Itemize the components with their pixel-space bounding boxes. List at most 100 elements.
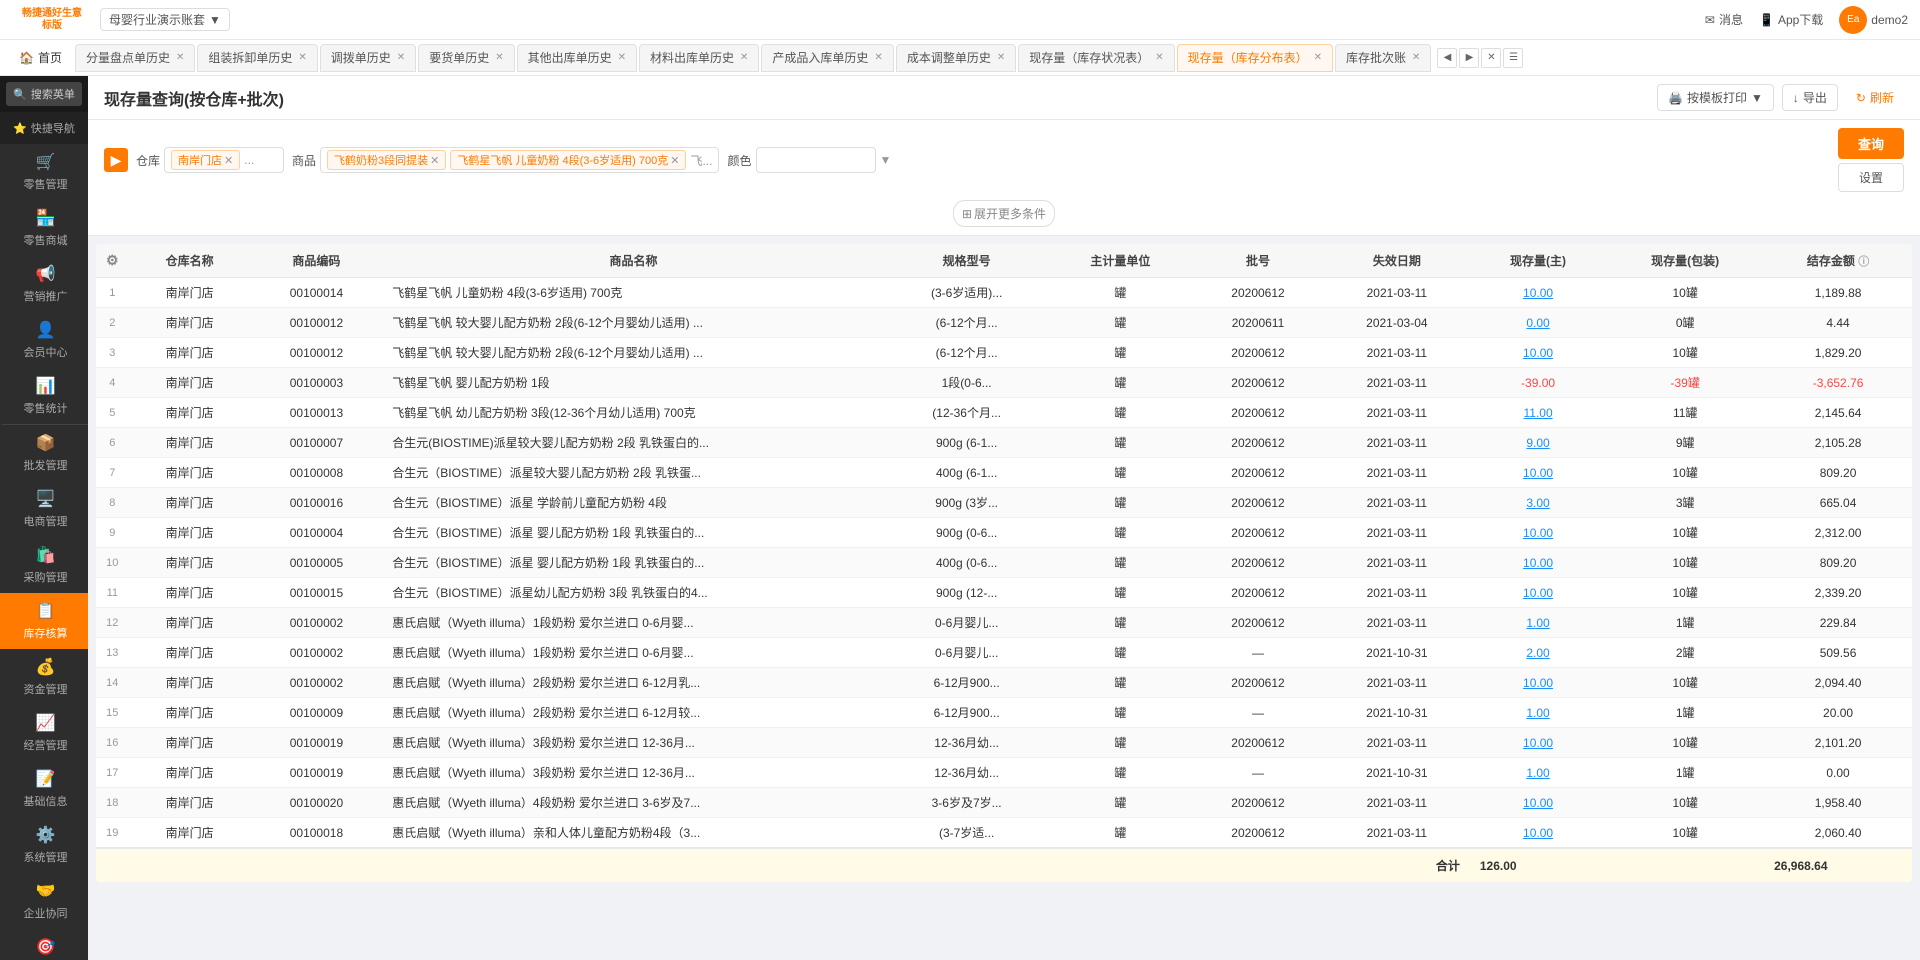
product-tag-1[interactable]: 飞鹤奶粉3段同提装 ✕ [327,150,446,170]
tab-other-out[interactable]: 其他出库单历史 ✕ [517,44,637,72]
close-icon[interactable]: ✕ [397,52,405,63]
close-icon[interactable]: ✕ [176,52,184,63]
sidebar-item-retail[interactable]: 🛒 零售管理 [0,144,88,200]
close-icon[interactable]: ✕ [1155,52,1163,63]
tab-stock-status[interactable]: 现存量（库存状况表） ✕ [1018,44,1174,72]
sidebar-item-wholesale[interactable]: 📦 批发管理 [0,424,88,481]
app-download-button[interactable]: 📱 App下载 [1759,11,1823,28]
close-icon[interactable]: ✕ [298,52,306,63]
qty-main-link[interactable]: 9.00 [1526,436,1549,450]
close-icon[interactable]: ✕ [1412,52,1420,63]
qty-main-link[interactable]: 10.00 [1523,526,1553,540]
sidebar-item-system[interactable]: ⚙️ 系统管理 [0,817,88,873]
sidebar-item-marketing[interactable]: 📢 营销推广 [0,256,88,312]
qty-main-link[interactable]: 2.00 [1526,646,1549,660]
sidebar-item-retail-stats[interactable]: 📊 零售统计 [0,368,88,424]
search-icon: 🔍 [13,88,27,101]
refresh-button[interactable]: ↻ 刷新 [1846,85,1904,110]
row-amount: 2,101.20 [1764,728,1912,758]
tab-next-button[interactable]: ▶ [1459,48,1479,68]
sidebar-item-member[interactable]: 👤 会员中心 [0,312,88,368]
sidebar-item-management[interactable]: 📈 经营管理 [0,705,88,761]
qty-main-link[interactable]: 1.00 [1526,766,1549,780]
sidebar-item-guide[interactable]: 🎯 新手引导 [0,929,88,960]
close-icon[interactable]: ✕ [997,52,1005,63]
sidebar-item-basic[interactable]: 📝 基础信息 [0,761,88,817]
tab-product-in[interactable]: 产成品入库单历史 ✕ [761,44,893,72]
th-expire: 失效日期 [1324,244,1470,278]
sidebar-item-ecommerce[interactable]: 🖥️ 电商管理 [0,481,88,537]
tab-close-button[interactable]: ✕ [1481,48,1501,68]
warehouse-more[interactable]: ... [244,153,254,167]
tab-stock-batch[interactable]: 库存批次账 ✕ [1335,44,1431,72]
settings-icon[interactable]: ⚙ [106,252,119,268]
query-button[interactable]: 查询 [1838,128,1904,159]
user-area[interactable]: Ea demo2 [1839,6,1908,34]
remove-product-tag-1[interactable]: ✕ [430,154,439,167]
sidebar-item-enterprise[interactable]: 🤝 企业协同 [0,873,88,929]
qty-main-link[interactable]: 10.00 [1523,346,1553,360]
warehouse-tag[interactable]: 南岸门店 ✕ [171,150,240,170]
retail-shop-icon: 🏪 [36,208,56,228]
tab-menu-button[interactable]: ☰ [1503,48,1523,68]
close-icon[interactable]: ✕ [1314,52,1322,63]
row-unit: 罐 [1049,758,1193,788]
search-button[interactable]: 🔍 搜索英单 [6,82,82,106]
row-unit: 罐 [1049,278,1193,308]
close-icon[interactable]: ✕ [874,52,882,63]
tab-split-stock[interactable]: 分量盘点单历史 ✕ [75,44,195,72]
th-spec: 规格型号 [885,244,1049,278]
setting-button[interactable]: 设置 [1838,163,1904,192]
product-tag-2[interactable]: 飞鹤星飞帆 儿童奶粉 4段(3-6岁适用) 700克 ✕ [450,150,686,170]
qty-main-link[interactable]: 0.00 [1526,316,1549,330]
qty-main-link[interactable]: 11.00 [1523,406,1552,420]
tab-cost-adjust[interactable]: 成本调整单历史 ✕ [896,44,1016,72]
template-print-button[interactable]: 🖨️ 按模板打印 ▼ [1657,84,1774,111]
product-tags[interactable]: 飞鹤奶粉3段同提装 ✕ 飞鹤星飞帆 儿童奶粉 4段(3-6岁适用) 700克 ✕… [320,147,719,173]
qty-main-link[interactable]: 10.00 [1523,736,1553,750]
tab-pick[interactable]: 调拨单历史 ✕ [320,44,416,72]
tab-home[interactable]: 🏠 首页 [8,44,73,72]
product-more[interactable]: 飞... [690,152,712,169]
qty-main-link[interactable]: 3.00 [1526,496,1549,510]
print-icon: 🖨️ [1668,91,1683,105]
quick-nav-button[interactable]: ⭐ 快捷导航 [6,116,82,140]
qty-main-link[interactable]: 10.00 [1523,676,1553,690]
warehouse-label: 仓库 [136,152,160,169]
warehouse-filter: 仓库 南岸门店 ✕ ... [136,147,284,173]
sidebar-item-inventory[interactable]: 📋 库存核算 [0,593,88,649]
message-button[interactable]: ✉ 消息 [1705,11,1743,28]
tab-material-out[interactable]: 材料出库单历史 ✕ [639,44,759,72]
sidebar-item-finance[interactable]: 💰 资金管理 [0,649,88,705]
color-dropdown-icon[interactable]: ▼ [880,153,892,167]
row-code: 00100012 [251,308,383,338]
table-row: 4 南岸门店 00100003 飞鹤星飞帆 婴儿配方奶粉 1段 1段(0-6..… [96,368,1912,398]
tab-selector[interactable]: 母婴行业演示账套 ▼ [100,8,230,31]
sidebar-item-retail-shop[interactable]: 🏪 零售商城 [0,200,88,256]
row-expire: 2021-03-11 [1324,488,1470,518]
qty-main-link[interactable]: 10.00 [1523,286,1553,300]
warehouse-tags[interactable]: 南岸门店 ✕ ... [164,147,284,173]
tab-prev-button[interactable]: ◀ [1437,48,1457,68]
color-tags[interactable] [756,147,876,173]
qty-main-link[interactable]: 10.00 [1523,556,1553,570]
qty-main-link[interactable]: 10.00 [1523,826,1553,840]
remove-product-tag-2[interactable]: ✕ [670,154,679,167]
close-icon[interactable]: ✕ [495,52,503,63]
qty-main-link[interactable]: 1.00 [1526,616,1549,630]
tab-disassemble[interactable]: 组装拆卸单历史 ✕ [197,44,317,72]
qty-main-link[interactable]: 10.00 [1523,796,1553,810]
export-button[interactable]: ↓ 导出 [1782,84,1838,111]
tab-stock-dist[interactable]: 现存量（库存分布表） ✕ [1177,44,1333,72]
close-icon[interactable]: ✕ [740,52,748,63]
close-icon[interactable]: ✕ [618,52,626,63]
qty-main-link[interactable]: 10.00 [1523,466,1553,480]
qty-main-link[interactable]: 10.00 [1523,586,1553,600]
filter-expand-button[interactable]: ▶ [104,148,128,172]
sidebar-item-purchase[interactable]: 🛍️ 采购管理 [0,537,88,593]
remove-warehouse-tag[interactable]: ✕ [224,154,233,167]
row-name: 惠氏启赋（Wyeth illuma）3段奶粉 爱尔兰进口 12-36月... [382,758,884,788]
qty-main-link[interactable]: 1.00 [1526,706,1549,720]
tab-requisition[interactable]: 要货单历史 ✕ [418,44,514,72]
expand-more-button[interactable]: ⊞ 展开更多条件 [953,200,1055,227]
